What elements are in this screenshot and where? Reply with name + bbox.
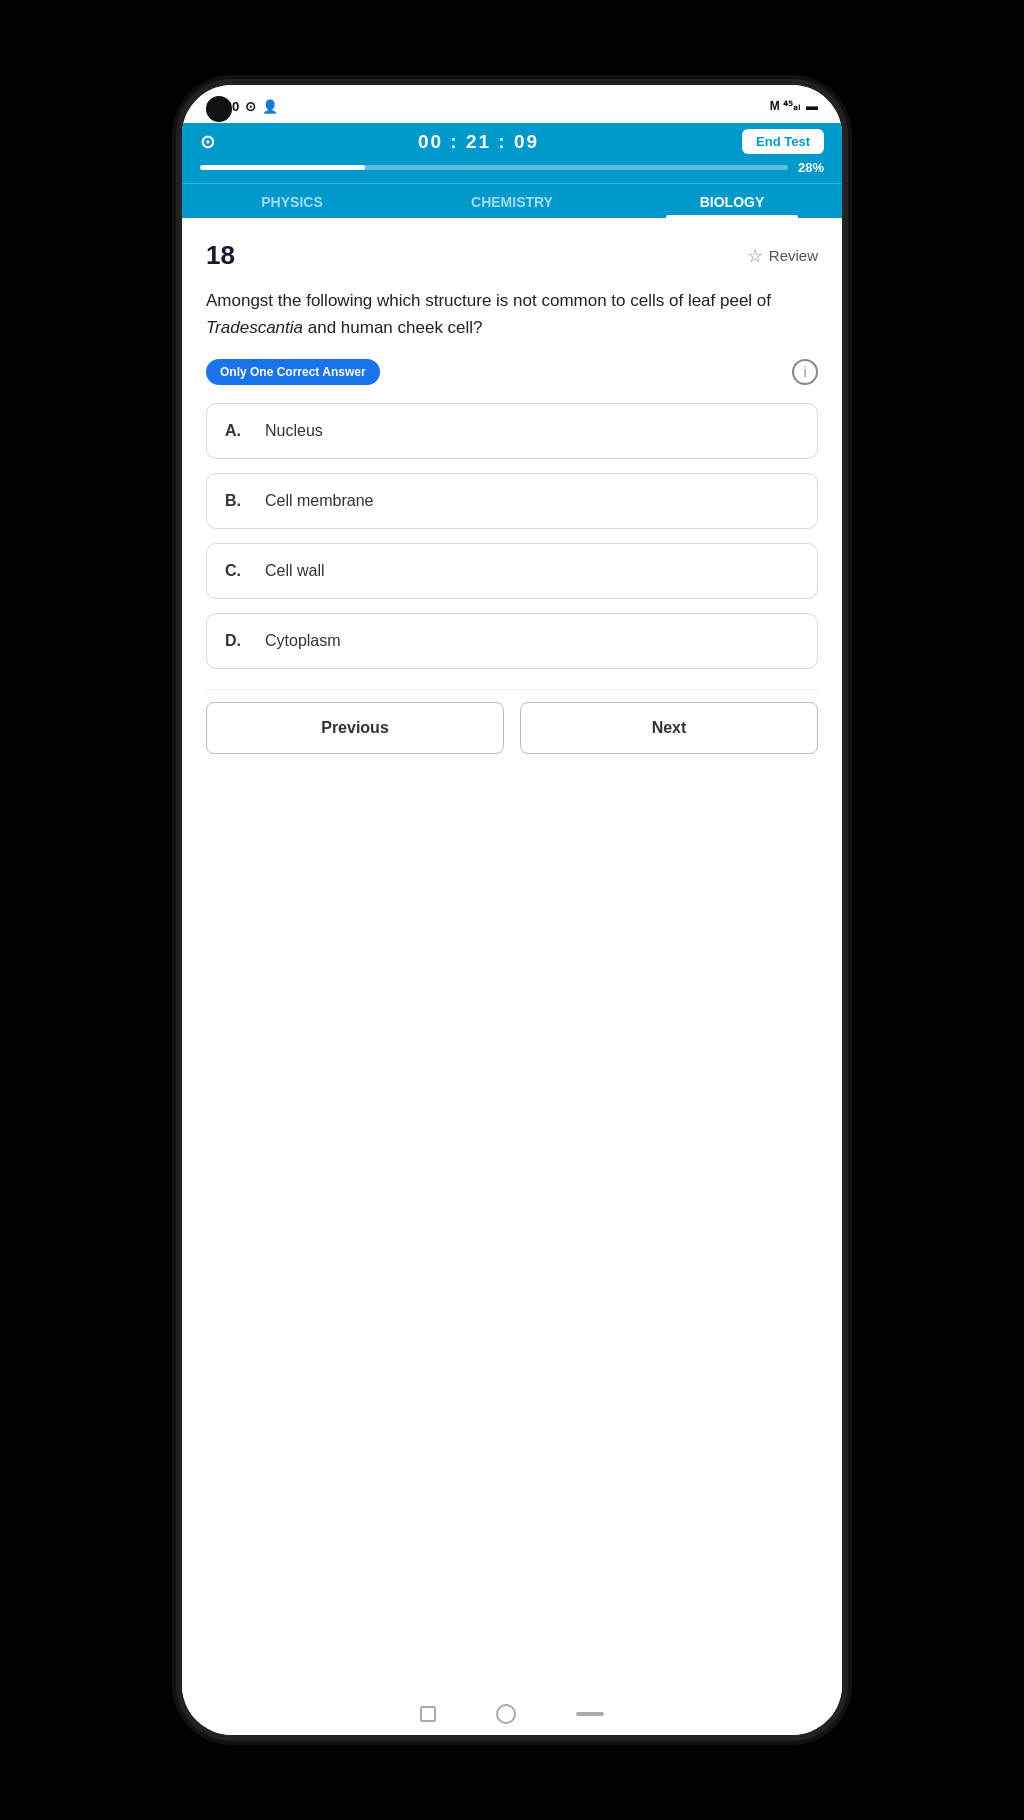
answer-badge-row: Only One Correct Answer i <box>206 359 818 385</box>
question-text: Amongst the following which structure is… <box>206 287 818 341</box>
question-text-part1: Amongst the following which structure is… <box>206 291 771 310</box>
option-c[interactable]: C. Cell wall <box>206 543 818 599</box>
review-label: Review <box>769 247 818 264</box>
clock-icon: ⊙ <box>245 99 256 114</box>
option-a-text: Nucleus <box>265 422 323 440</box>
tab-biology[interactable]: BIOLOGY <box>622 184 842 218</box>
options-list: A. Nucleus B. Cell membrane C. Cell wall… <box>206 403 818 669</box>
timer-display: 00 : 21 : 09 <box>418 131 539 153</box>
status-right: M ⁴⁵ₐₗ ▬ <box>770 99 818 113</box>
option-d-letter: D. <box>225 632 249 650</box>
option-b-letter: B. <box>225 492 249 510</box>
progress-bar-fill <box>200 165 365 170</box>
question-text-italic: Tradescantia <box>206 318 303 337</box>
next-button[interactable]: Next <box>520 702 818 754</box>
profile-icon: 👤 <box>262 99 278 114</box>
option-a[interactable]: A. Nucleus <box>206 403 818 459</box>
question-text-part2: and human cheek cell? <box>303 318 483 337</box>
option-c-text: Cell wall <box>265 562 325 580</box>
review-button[interactable]: ☆ Review <box>747 245 818 267</box>
option-b[interactable]: B. Cell membrane <box>206 473 818 529</box>
option-d[interactable]: D. Cytoplasm <box>206 613 818 669</box>
previous-button[interactable]: Previous <box>206 702 504 754</box>
android-nav-bar <box>182 1693 842 1735</box>
star-icon: ☆ <box>747 245 763 267</box>
progress-label: 28% <box>798 160 824 175</box>
option-b-text: Cell membrane <box>265 492 373 510</box>
camera-notch <box>206 96 232 122</box>
tab-physics[interactable]: PHYSICS <box>182 184 402 218</box>
home-button-icon[interactable] <box>496 1704 516 1724</box>
tab-bar: PHYSICS CHEMISTRY BIOLOGY <box>182 183 842 218</box>
recents-button-icon[interactable] <box>576 1712 604 1716</box>
option-a-letter: A. <box>225 422 249 440</box>
timer-icon: ⊙ <box>200 131 215 153</box>
tab-chemistry[interactable]: CHEMISTRY <box>402 184 622 218</box>
question-header: 18 ☆ Review <box>206 240 818 271</box>
progress-bar-track <box>200 165 788 170</box>
main-content: 18 ☆ Review Amongst the following which … <box>182 218 842 1693</box>
end-test-button[interactable]: End Test <box>742 129 824 154</box>
option-c-letter: C. <box>225 562 249 580</box>
bottom-nav: Previous Next <box>206 689 818 762</box>
info-icon[interactable]: i <box>792 359 818 385</box>
question-number: 18 <box>206 240 235 271</box>
answer-type-badge: Only One Correct Answer <box>206 359 380 385</box>
progress-bar-container: 28% <box>182 160 842 183</box>
status-bar: 10:30 ⊙ 👤 M ⁴⁵ₐₗ ▬ <box>182 85 842 123</box>
battery-icon: ▬ <box>806 99 818 113</box>
signal-icon: M ⁴⁵ₐₗ <box>770 99 800 113</box>
timer-bar: ⊙ 00 : 21 : 09 End Test <box>182 123 842 160</box>
back-button-icon[interactable] <box>420 1706 436 1722</box>
option-d-text: Cytoplasm <box>265 632 341 650</box>
